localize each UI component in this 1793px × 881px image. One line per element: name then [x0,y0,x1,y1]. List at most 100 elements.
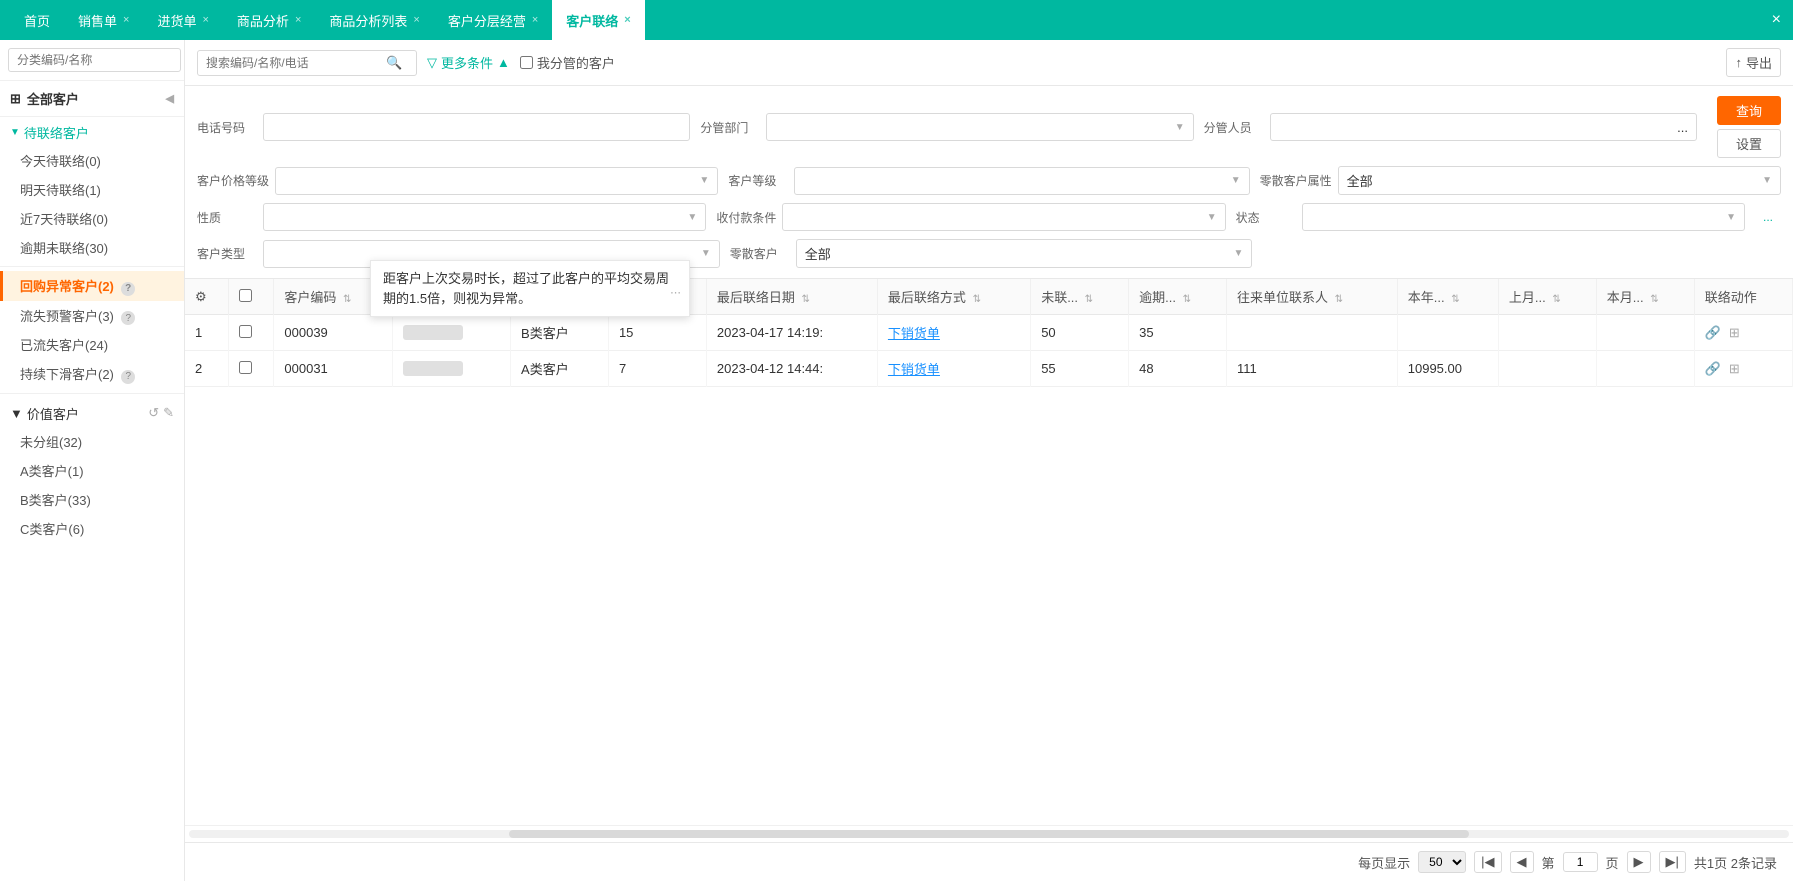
sidebar-item-class-a[interactable]: A类客户(1) [0,456,184,485]
row1-grid-icon[interactable]: ⊞ [1729,325,1740,341]
nav-customer-contact-close[interactable]: × [624,14,630,26]
sidebar-item-class-b[interactable]: B类客户(33) [0,485,184,514]
query-button[interactable]: 查询 [1717,96,1781,125]
search-box: 🔍 [197,50,417,76]
my-customer-checkbox[interactable] [520,56,533,69]
price-grade-select[interactable]: ▼ [275,167,718,195]
next-page-btn[interactable]: ▶ [1627,851,1651,873]
gender-arrow: ▼ [687,212,697,223]
row1-checkbox[interactable] [228,315,274,351]
row2-checkbox[interactable] [228,351,274,387]
per-page-select[interactable]: 50 [1418,851,1466,873]
more-conditions-btn[interactable]: ... [1755,210,1781,224]
col-checkbox[interactable] [228,279,274,315]
select-all-checkbox[interactable] [239,289,252,302]
filter-price-grade: 客户价格等级 ▼ [197,167,718,195]
col-last-contact-date[interactable]: 最后联络日期 ⇅ [706,279,877,315]
row1-method[interactable]: 下销货单 [877,315,1030,351]
sidebar-item-ungroup[interactable]: 未分组(32) [0,427,184,456]
page-number-input[interactable] [1563,852,1598,872]
unit-sort-icon: ⇅ [1335,294,1343,305]
nav-customer-segment[interactable]: 客户分层经营 × [434,0,552,40]
sidebar: 🔍 ⊞ 全部客户 ◀ ▼ 待联络客户 今天待联络(0) 明天待联络(1) 近7天… [0,40,185,881]
row2-action-icons: 🔗 ⊞ [1705,361,1782,377]
refresh-icon[interactable]: ↺ [148,405,159,421]
unlisted-sort-icon: ⇅ [1085,294,1093,305]
toolbar: 🔍 ▽ 更多条件 ▲ 我分管的客户 ↑ 导出 [185,40,1793,86]
setting-button[interactable]: 设置 [1717,129,1781,158]
col-last-contact-method[interactable]: 最后联络方式 ⇅ [877,279,1030,315]
col-overdue[interactable]: 逾期... ⇅ [1129,279,1227,315]
row1-actions: 🔗 ⊞ [1694,315,1792,351]
row1-current-month [1596,315,1694,351]
filter-branch-dept: 分管部门 ▼ [700,113,1193,141]
filter-retail-attr: 零散客户属性 全部 ▼ [1260,166,1781,195]
row2-link-icon[interactable]: 🔗 [1705,361,1721,377]
retail-attr-arrow: ▼ [1762,175,1772,186]
nav-purchase-close[interactable]: × [202,14,208,26]
sidebar-item-repurchase-abnormal[interactable]: 回购异常客户(2) ? [0,271,184,301]
more-filter-btn[interactable]: ▽ 更多条件 ▲ [427,53,510,72]
retail-customer-select[interactable]: 全部 ▼ [796,239,1253,268]
value-group-arrow-icon: ▼ [10,406,23,421]
nav-purchase[interactable]: 进货单 × [143,0,222,40]
row2-grid-icon[interactable]: ⊞ [1729,361,1740,377]
row1-select[interactable] [239,325,252,338]
nav-product-analysis[interactable]: 商品分析 × [223,0,315,40]
more-options-icon[interactable]: ... [1677,120,1688,135]
retail-attr-select[interactable]: 全部 ▼ [1338,166,1781,195]
code-sort-icon: ⇅ [343,294,351,305]
status-select[interactable]: ▼ [1302,203,1745,231]
sidebar-collapse-icon[interactable]: ◀ [166,92,174,105]
sidebar-item-today[interactable]: 今天待联络(0) [0,146,184,175]
table-settings-icon[interactable]: ⚙ [195,289,207,304]
export-button[interactable]: ↑ 导出 [1726,48,1781,77]
filter-gender: 性质 ▼ [197,203,706,231]
nav-sales[interactable]: 销售单 × [64,0,143,40]
first-page-btn[interactable]: |◀ [1474,851,1501,873]
phone-input[interactable] [263,113,690,141]
nav-product-list-close[interactable]: × [413,14,419,26]
col-current-month[interactable]: 本月... ⇅ [1596,279,1694,315]
sidebar-item-continuous-down[interactable]: 持续下滑客户(2) ? [0,359,184,389]
row1-link-icon[interactable]: 🔗 [1705,325,1721,341]
nav-home[interactable]: 首页 [10,0,64,40]
prev-page-btn[interactable]: ◀ [1510,851,1534,873]
sidebar-item-overdue[interactable]: 逾期未联络(30) [0,233,184,262]
last-page-btn[interactable]: ▶| [1659,851,1686,873]
row2-type: A类客户 [511,351,609,387]
branch-dept-select[interactable]: ▼ [766,113,1193,141]
customer-grade-select[interactable]: ▼ [794,167,1249,195]
tooltip-more-icon[interactable]: ... [670,279,681,299]
nav-customer-segment-close[interactable]: × [532,14,538,26]
col-settings[interactable]: ⚙ [185,279,228,315]
row2-select[interactable] [239,361,252,374]
branch-person-select[interactable]: ... [1270,113,1697,141]
row1-overdue: 35 [1129,315,1227,351]
col-unlisted[interactable]: 未联... ⇅ [1031,279,1129,315]
horizontal-scrollbar[interactable] [185,825,1793,842]
col-last-month[interactable]: 上月... ⇅ [1498,279,1596,315]
nav-customer-contact[interactable]: 客户联络 × [552,0,644,40]
payment-select[interactable]: ▼ [782,203,1225,231]
sidebar-item-7days[interactable]: 近7天待联络(0) [0,204,184,233]
sidebar-item-tomorrow[interactable]: 明天待联络(1) [0,175,184,204]
main-search-icon[interactable]: 🔍 [386,55,402,71]
scrollbar-thumb[interactable] [509,830,1469,838]
sidebar-item-lost[interactable]: 已流失客户(24) [0,330,184,359]
row2-method[interactable]: 下销货单 [877,351,1030,387]
sidebar-item-lost-risk[interactable]: 流失预警客户(3) ? [0,301,184,331]
sidebar-search-input[interactable] [8,48,181,72]
row1-code: 000039 [274,315,392,351]
gender-select[interactable]: ▼ [263,203,706,231]
sidebar-item-class-c[interactable]: C类客户(6) [0,514,184,543]
nav-product-analysis-list[interactable]: 商品分析列表 × [315,0,433,40]
filter-arrow-icon: ▲ [497,55,510,70]
col-unit-contact[interactable]: 往来单位联系人 ⇅ [1227,279,1398,315]
main-search-input[interactable] [206,56,386,70]
edit-icon[interactable]: ✎ [163,405,174,421]
window-close-button[interactable]: × [1772,11,1781,29]
col-current-year[interactable]: 本年... ⇅ [1397,279,1498,315]
nav-sales-close[interactable]: × [123,14,129,26]
nav-product-analysis-close[interactable]: × [295,14,301,26]
